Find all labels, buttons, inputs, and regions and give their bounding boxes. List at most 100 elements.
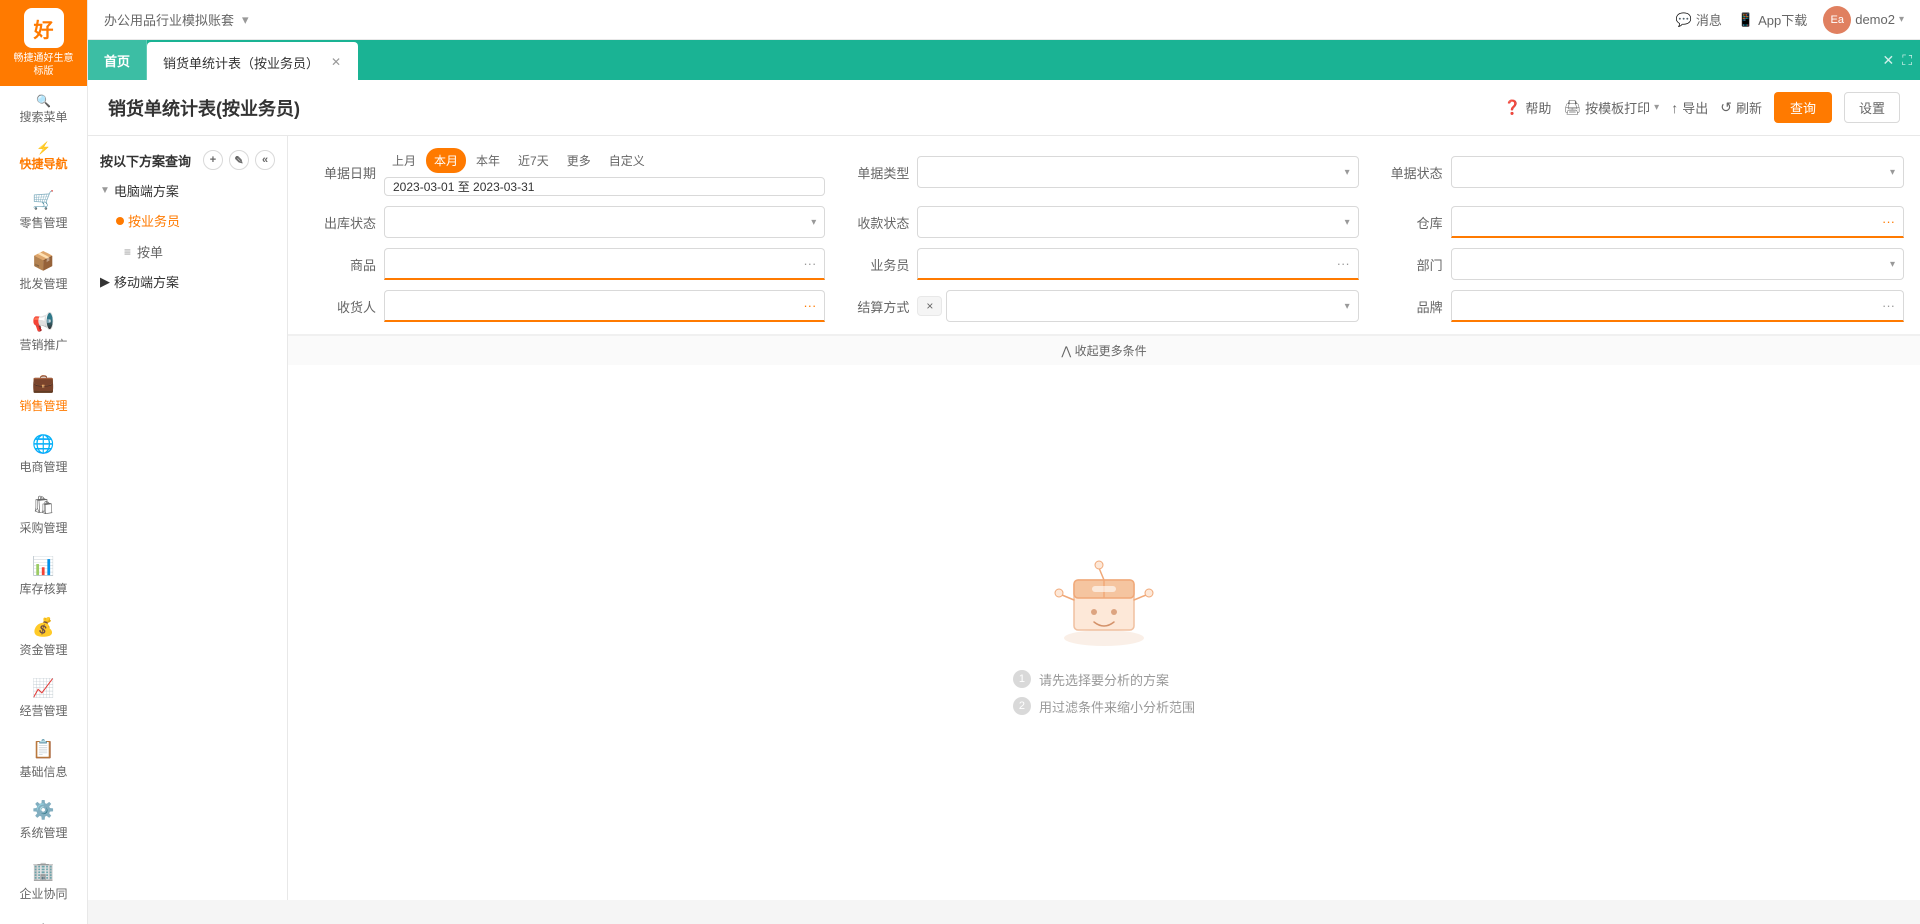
scheme-collapse-btn[interactable]: « bbox=[255, 150, 275, 170]
sidebar-item-finance[interactable]: 💰 资金管理 bbox=[0, 607, 87, 668]
brand-input[interactable]: ··· bbox=[1451, 290, 1904, 322]
message-btn[interactable]: 💬 消息 bbox=[1676, 10, 1722, 29]
expand-icon[interactable]: ⛶ bbox=[1902, 52, 1912, 69]
page-actions: ❓ 帮助 🖨 按模板打印 ▾ ↑ 导出 ↺ 刷新 查询 设置 bbox=[1504, 92, 1900, 123]
filter-dept: 部门 ▾ bbox=[1371, 248, 1904, 280]
query-btn[interactable]: 查询 bbox=[1774, 92, 1832, 123]
nav-icon: ⚡ bbox=[36, 141, 51, 155]
goods-input[interactable]: ··· bbox=[384, 248, 825, 280]
sidebar-enterprise-label: 企业协同 bbox=[19, 885, 67, 902]
hint1-text: 请先选择要分析的方案 bbox=[1039, 670, 1169, 689]
sidebar-item-business[interactable]: 📈 经营管理 bbox=[0, 668, 87, 729]
docstatus-arrow-icon: ▾ bbox=[1890, 167, 1895, 178]
sidebar-item-wholesale[interactable]: 📦 批发管理 bbox=[0, 241, 87, 302]
sidebar-item-retail[interactable]: 🛒 零售管理 bbox=[0, 180, 87, 241]
sidebar-item-system[interactable]: ⚙️ 系统管理 bbox=[0, 790, 87, 851]
settlement-wrapper: × ▾ bbox=[917, 290, 1358, 322]
edit-icon: ✎ bbox=[234, 154, 243, 167]
dept-label: 部门 bbox=[1371, 255, 1451, 274]
tab-sales-report[interactable]: 销货单统计表（按业务员） ✕ bbox=[147, 42, 358, 82]
refresh-btn[interactable]: ↺ 刷新 bbox=[1720, 98, 1762, 117]
setting-btn[interactable]: 设置 bbox=[1844, 92, 1900, 123]
sidebar-item-quicknav[interactable]: ⚡ 快捷导航 bbox=[0, 133, 87, 180]
sidebar-item-sales[interactable]: 💼 销售管理 bbox=[0, 363, 87, 424]
tab-sales-report-label: 销货单统计表（按业务员） bbox=[163, 53, 319, 72]
desktop-scheme-title[interactable]: ▼ 电脑端方案 bbox=[88, 176, 287, 205]
workspace-dropdown-icon[interactable]: ▾ bbox=[242, 12, 249, 28]
scheme-add-btn[interactable]: + bbox=[203, 150, 223, 170]
logo-text: 畅捷通好生意 标版 bbox=[14, 52, 74, 78]
ecommerce-icon: 🌐 bbox=[32, 434, 54, 455]
date-tab-7days[interactable]: 近7天 bbox=[510, 148, 557, 173]
warehouse-dots-icon: ··· bbox=[1882, 214, 1895, 229]
sidebar-item-search[interactable]: 🔍 搜索菜单 bbox=[0, 86, 87, 133]
date-tab-lastmonth[interactable]: 上月 bbox=[384, 148, 424, 173]
app-download-btn[interactable]: 📱 App下载 bbox=[1738, 10, 1807, 29]
sidebar-ecommerce-label: 电商管理 bbox=[19, 458, 67, 475]
empty-hint-2: 2 用过滤条件来缩小分析范围 bbox=[1013, 697, 1195, 716]
filter-warehouse: 仓库 ··· bbox=[1371, 206, 1904, 238]
filter-settlement: 结算方式 × ▾ bbox=[837, 290, 1370, 322]
user-avatar[interactable]: Ea demo2 ▾ bbox=[1823, 6, 1904, 34]
docstatus-select[interactable]: ▾ bbox=[1451, 156, 1904, 188]
filter-outstatus: 出库状态 ▾ bbox=[304, 206, 837, 238]
outstatus-select[interactable]: ▾ bbox=[384, 206, 825, 238]
app-download-icon: 📱 bbox=[1738, 12, 1754, 28]
salesperson-input[interactable]: ··· bbox=[917, 248, 1358, 280]
avatar-img: Ea bbox=[1823, 6, 1851, 34]
tab-close-icon[interactable]: ✕ bbox=[331, 55, 341, 69]
empty-state: 1 请先选择要分析的方案 2 用过滤条件来缩小分析范围 bbox=[1013, 550, 1195, 716]
help-btn[interactable]: ❓ 帮助 bbox=[1504, 98, 1551, 117]
sidebar-item-ecommerce[interactable]: 🌐 电商管理 bbox=[0, 424, 87, 485]
date-tab-custom[interactable]: 自定义 bbox=[601, 148, 653, 173]
collapse-bar[interactable]: ⋀ 收起更多条件 bbox=[288, 335, 1920, 365]
user-name: demo2 bbox=[1855, 12, 1895, 27]
filter-salesperson: 业务员 ··· bbox=[837, 248, 1370, 280]
date-range-input[interactable]: 2023-03-01 至 2023-03-31 bbox=[384, 177, 825, 196]
scheme-item-salesperson[interactable]: 按业务员 bbox=[88, 205, 287, 236]
close-window-icon[interactable]: ✕ bbox=[1882, 52, 1894, 69]
payment-arrow-icon: ▾ bbox=[1345, 217, 1350, 228]
doctype-select[interactable]: ▾ bbox=[917, 156, 1358, 188]
mobile-scheme-title[interactable]: ▶ 移动端方案 bbox=[88, 267, 287, 296]
app-logo[interactable]: 好 畅捷通好生意 标版 bbox=[0, 0, 87, 86]
filter-docstatus: 单据状态 ▾ bbox=[1371, 148, 1904, 196]
sidebar-basic-label: 基础信息 bbox=[19, 763, 67, 780]
print-label: 按模板打印 bbox=[1585, 98, 1650, 117]
purchase-icon: 🛍 bbox=[32, 495, 55, 516]
sidebar-item-newbie[interactable]: 🎓 新手引导 bbox=[0, 912, 87, 924]
payment-select[interactable]: ▾ bbox=[917, 206, 1358, 238]
print-icon: 🖨 bbox=[1563, 99, 1581, 116]
sidebar-item-inventory[interactable]: 📊 库存核算 bbox=[0, 546, 87, 607]
sidebar-item-purchase[interactable]: 🛍 采购管理 bbox=[0, 485, 87, 546]
print-btn[interactable]: 🖨 按模板打印 ▾ bbox=[1563, 98, 1659, 117]
mobile-scheme-label: 移动端方案 bbox=[114, 272, 179, 291]
scheme-panel-title: 按以下方案查询 bbox=[100, 151, 191, 170]
export-label: 导出 bbox=[1682, 98, 1708, 117]
consignee-input[interactable]: ··· bbox=[384, 290, 825, 322]
export-btn[interactable]: ↑ 导出 bbox=[1671, 98, 1708, 117]
sidebar-business-label: 经营管理 bbox=[19, 702, 67, 719]
expand-arrow-icon: ▼ bbox=[100, 185, 110, 196]
empty-hints: 1 请先选择要分析的方案 2 用过滤条件来缩小分析范围 bbox=[1013, 670, 1195, 716]
system-icon: ⚙️ bbox=[32, 800, 54, 821]
tab-home[interactable]: 首页 bbox=[88, 40, 147, 80]
settlement-select[interactable]: ▾ bbox=[946, 290, 1358, 322]
data-area: 1 请先选择要分析的方案 2 用过滤条件来缩小分析范围 bbox=[288, 365, 1920, 900]
sidebar-item-marketing[interactable]: 📢 营销推广 bbox=[0, 302, 87, 363]
date-tab-more[interactable]: 更多 bbox=[559, 148, 599, 173]
tab-home-label: 首页 bbox=[104, 51, 130, 70]
scheme-edit-btn[interactable]: ✎ bbox=[229, 150, 249, 170]
date-tab-thisyear[interactable]: 本年 bbox=[468, 148, 508, 173]
settlement-tag-value: × bbox=[926, 299, 933, 313]
salesperson-dots-icon: ··· bbox=[1337, 256, 1350, 271]
topbar: 办公用品行业模拟账套 ▾ 💬 消息 📱 App下载 Ea demo2 ▾ bbox=[88, 0, 1920, 40]
sidebar-item-basic[interactable]: 📋 基础信息 bbox=[0, 729, 87, 790]
settlement-label: 结算方式 bbox=[837, 297, 917, 316]
dept-select[interactable]: ▾ bbox=[1451, 248, 1904, 280]
date-tab-thismonth[interactable]: 本月 bbox=[426, 148, 466, 173]
date-range-value: 2023-03-01 至 2023-03-31 bbox=[393, 178, 534, 195]
sidebar-item-enterprise[interactable]: 🏢 企业协同 bbox=[0, 851, 87, 912]
scheme-sub-item-by-order[interactable]: ≡ 按单 bbox=[88, 236, 287, 267]
warehouse-input[interactable]: ··· bbox=[1451, 206, 1904, 238]
